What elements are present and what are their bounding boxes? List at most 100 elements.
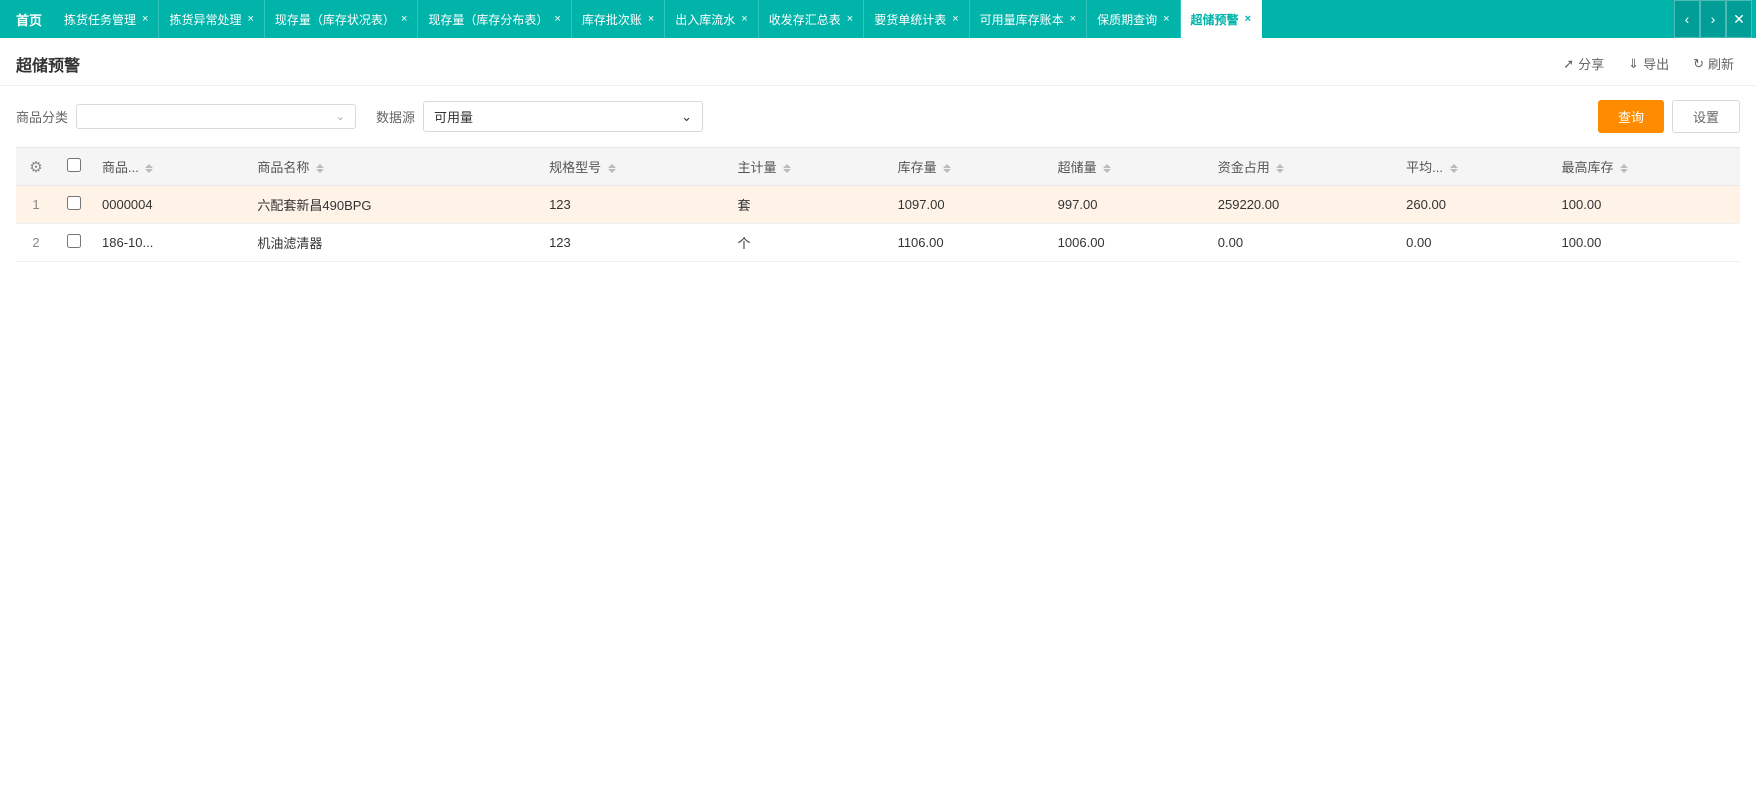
sort-icon-avg[interactable] (1450, 164, 1458, 173)
category-filter-label: 商品分类 (16, 107, 68, 126)
export-label: 导出 (1643, 54, 1669, 73)
cell-unit: 套 (727, 186, 887, 224)
sort-icon-over[interactable] (1103, 164, 1111, 173)
th-spec-label: 规格型号 (549, 160, 601, 175)
refresh-icon: ↻ (1693, 56, 1704, 72)
cell-no: 1 (16, 186, 56, 224)
tab-6[interactable]: 出入库流水 × (665, 0, 758, 38)
th-avg-label: 平均... (1406, 160, 1443, 175)
sort-icon-code[interactable] (145, 164, 153, 173)
select-all-checkbox[interactable] (67, 158, 81, 172)
tab-10[interactable]: 保质期查询 × (1087, 0, 1180, 38)
export-button[interactable]: ⇓ 导出 (1622, 50, 1675, 77)
cell-over: 1006.00 (1048, 224, 1208, 262)
filter-area: 商品分类 ⌄ 数据源 可用量 ⌄ 查询 设置 (0, 86, 1756, 147)
tab-5-close[interactable]: × (648, 13, 654, 25)
category-select[interactable]: ⌄ (76, 104, 356, 129)
th-over-label: 超储量 (1058, 160, 1097, 175)
tab-2-label: 拣货异常处理 (169, 11, 241, 28)
tab-3-close[interactable]: × (401, 13, 407, 25)
th-unit-label: 主计量 (737, 160, 776, 175)
sort-icon-capital[interactable] (1276, 164, 1284, 173)
tab-4-close[interactable]: × (554, 13, 560, 25)
datasource-select[interactable]: 可用量 ⌄ (423, 101, 703, 132)
datasource-filter-label: 数据源 (376, 107, 415, 126)
tab-7-close[interactable]: × (847, 13, 853, 25)
tab-7-label: 收发存汇总表 (769, 11, 841, 28)
tab-5-label: 库存批次账 (582, 11, 642, 28)
th-spec: 规格型号 (539, 148, 727, 186)
row-checkbox-0[interactable] (67, 196, 81, 210)
chevron-down-icon: ⌄ (336, 110, 345, 123)
tab-7[interactable]: 收发存汇总表 × (759, 0, 864, 38)
tab-1-close[interactable]: × (142, 13, 148, 25)
th-stock: 库存量 (888, 148, 1048, 186)
nav-arrows: ‹ › ✕ (1674, 0, 1752, 38)
th-name: 商品名称 (247, 148, 539, 186)
gear-icon[interactable]: ⚙ (29, 159, 42, 176)
share-button[interactable]: ➚ 分享 (1557, 50, 1610, 77)
cell-code: 0000004 (92, 186, 247, 224)
table-row: 1 0000004 六配套新昌490BPG 123 套 1097.00 997.… (16, 186, 1740, 224)
th-max-label: 最高库存 (1562, 160, 1614, 175)
cell-code: 186-10... (92, 224, 247, 262)
tab-3-label: 现存量（库存状况表） (275, 11, 395, 28)
cell-no: 2 (16, 224, 56, 262)
sort-icon-name[interactable] (316, 164, 324, 173)
th-gear: ⚙ (16, 148, 56, 186)
th-over: 超储量 (1048, 148, 1208, 186)
sort-icon-unit[interactable] (783, 164, 791, 173)
cell-name: 机油滤清器 (247, 224, 539, 262)
refresh-button[interactable]: ↻ 刷新 (1687, 50, 1740, 77)
tab-2[interactable]: 拣货异常处理 × (159, 0, 264, 38)
tab-4[interactable]: 现存量（库存分布表） × (418, 0, 571, 38)
table-row: 2 186-10... 机油滤清器 123 个 1106.00 1006.00 … (16, 224, 1740, 262)
tab-8[interactable]: 要货单统计表 × (864, 0, 969, 38)
settings-button[interactable]: 设置 (1672, 100, 1740, 133)
tab-9-label: 可用量库存账本 (980, 11, 1064, 28)
sort-icon-spec[interactable] (608, 164, 616, 173)
nav-home[interactable]: 首页 (4, 10, 54, 29)
page-title: 超储预警 (16, 52, 80, 76)
datasource-chevron-icon: ⌄ (681, 109, 692, 125)
tab-8-label: 要货单统计表 (874, 11, 946, 28)
tab-6-close[interactable]: × (741, 13, 747, 25)
cell-unit: 个 (727, 224, 887, 262)
tab-1-label: 拣货任务管理 (64, 11, 136, 28)
tab-10-label: 保质期查询 (1097, 11, 1157, 28)
cell-capital: 259220.00 (1208, 186, 1396, 224)
tab-11-close[interactable]: × (1245, 13, 1251, 25)
tab-11[interactable]: 超储预警 × (1181, 0, 1262, 38)
tab-1[interactable]: 拣货任务管理 × (54, 0, 159, 38)
tab-9[interactable]: 可用量库存账本 × (970, 0, 1087, 38)
tab-4-label: 现存量（库存分布表） (428, 11, 548, 28)
tab-6-label: 出入库流水 (675, 11, 735, 28)
cell-avg: 0.00 (1396, 224, 1551, 262)
row-checkbox-1[interactable] (67, 234, 81, 248)
sort-icon-max[interactable] (1620, 164, 1628, 173)
nav-close-button[interactable]: ✕ (1726, 0, 1752, 38)
tab-5[interactable]: 库存批次账 × (572, 0, 665, 38)
nav-next-button[interactable]: › (1700, 0, 1726, 38)
sort-icon-stock[interactable] (943, 164, 951, 173)
tab-3[interactable]: 现存量（库存状况表） × (265, 0, 418, 38)
tab-2-close[interactable]: × (247, 13, 253, 25)
tab-9-close[interactable]: × (1070, 13, 1076, 25)
th-max: 最高库存 (1552, 148, 1740, 186)
cell-max: 100.00 (1552, 224, 1740, 262)
tab-8-close[interactable]: × (952, 13, 958, 25)
tab-10-close[interactable]: × (1163, 13, 1169, 25)
export-icon: ⇓ (1628, 56, 1639, 72)
share-label: 分享 (1578, 54, 1604, 73)
th-unit: 主计量 (727, 148, 887, 186)
refresh-label: 刷新 (1708, 54, 1734, 73)
cell-spec: 123 (539, 224, 727, 262)
cell-name: 六配套新昌490BPG (247, 186, 539, 224)
table-body: 1 0000004 六配套新昌490BPG 123 套 1097.00 997.… (16, 186, 1740, 262)
share-icon: ➚ (1563, 56, 1574, 72)
table-container: ⚙ 商品... 商品名称 (0, 147, 1756, 262)
page-actions: ➚ 分享 ⇓ 导出 ↻ 刷新 (1557, 50, 1740, 77)
cell-max: 100.00 (1552, 186, 1740, 224)
query-button[interactable]: 查询 (1598, 100, 1664, 133)
nav-prev-button[interactable]: ‹ (1674, 0, 1700, 38)
